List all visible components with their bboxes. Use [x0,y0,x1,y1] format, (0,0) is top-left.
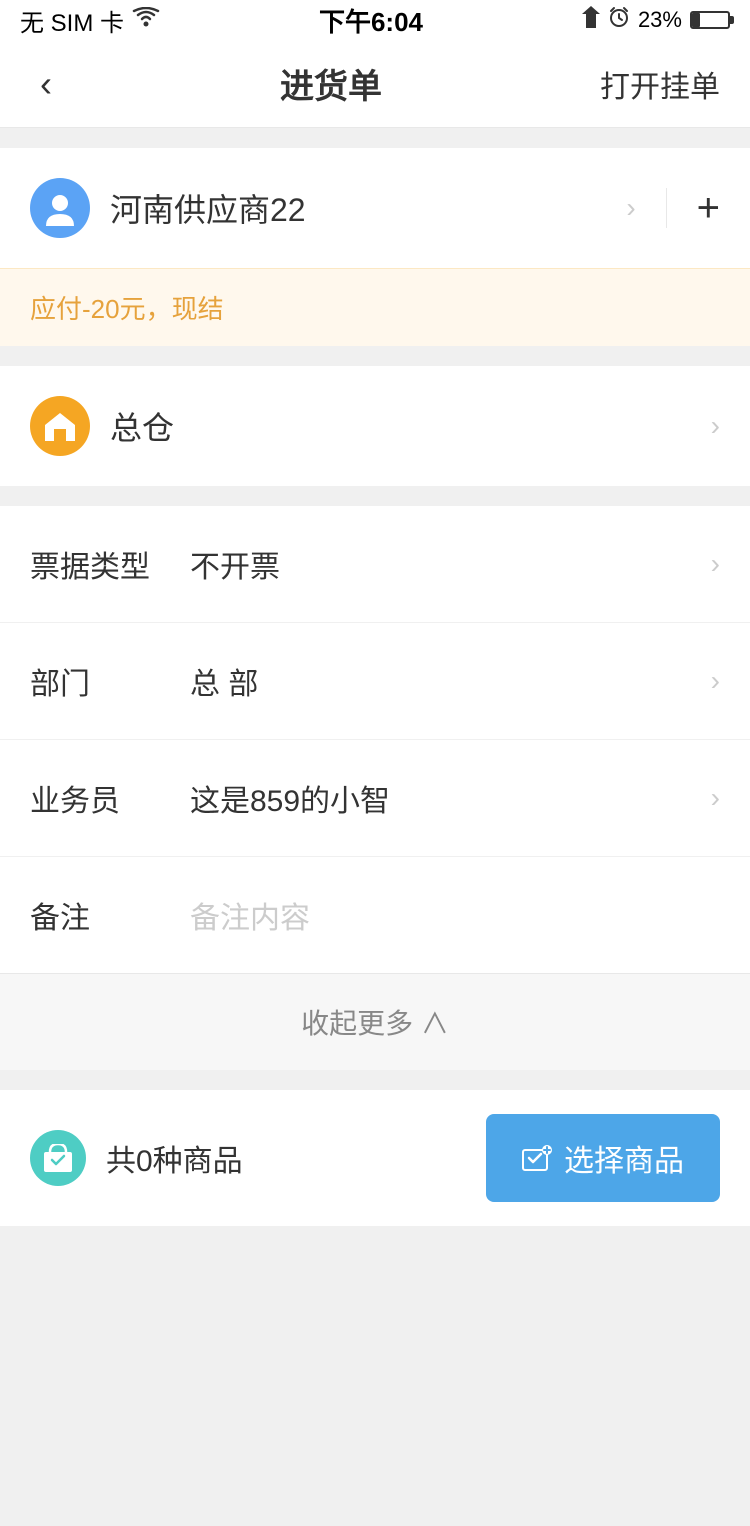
salesperson-row[interactable]: 业务员 这是859的小智 › [0,740,750,857]
select-product-button[interactable]: 选择商品 [486,1114,720,1202]
invoice-type-row[interactable]: 票据类型 不开票 › [0,506,750,623]
department-label: 部门 [30,659,170,703]
salesperson-chevron-icon: › [711,782,720,814]
status-right: 23% [582,6,730,34]
warehouse-section: 总仓 › [0,366,750,486]
remark-row[interactable]: 备注 备注内容 [0,857,750,973]
status-left: 无 SIM 卡 [20,3,160,38]
select-product-label: 选择商品 [564,1136,684,1180]
remark-label: 备注 [30,893,170,937]
supplier-name: 河南供应商22 [110,185,626,231]
product-count: 共0种商品 [106,1136,486,1180]
open-pending-button[interactable]: 打开挂单 [600,62,720,106]
page-background [0,1226,750,1526]
section-gap-1 [0,128,750,148]
supplier-section: 河南供应商22 › + 应付-20元，现结 [0,148,750,346]
supplier-row[interactable]: 河南供应商22 › + [0,148,750,268]
add-supplier-button[interactable]: + [697,186,720,231]
location-icon [582,6,600,34]
remark-input[interactable]: 备注内容 [170,893,720,937]
status-time: 下午6:04 [319,2,423,39]
alarm-icon [608,6,630,34]
back-button[interactable]: ‹ [30,53,62,115]
supplier-alert-banner: 应付-20元，现结 [0,268,750,346]
department-chevron-icon: › [711,665,720,697]
status-bar: 无 SIM 卡 下午6:04 23% [0,0,750,40]
salesperson-label: 业务员 [30,776,170,820]
carrier-label: 无 SIM 卡 [20,3,124,38]
supplier-divider [666,188,667,228]
wifi-icon [132,6,160,34]
page-title: 进货单 [280,59,382,108]
warehouse-name: 总仓 [110,403,711,449]
invoice-chevron-icon: › [711,548,720,580]
battery-percent: 23% [638,7,682,33]
warehouse-chevron-icon: › [711,410,720,442]
supplier-avatar [30,178,90,238]
warehouse-icon [30,396,90,456]
warehouse-row[interactable]: 总仓 › [0,366,750,486]
invoice-label: 票据类型 [30,542,170,586]
battery-icon [690,11,730,29]
invoice-value: 不开票 [170,542,711,586]
product-icon [30,1130,86,1186]
nav-bar: ‹ 进货单 打开挂单 [0,40,750,128]
salesperson-value: 这是859的小智 [170,776,711,820]
department-value: 总 部 [170,659,711,703]
department-row[interactable]: 部门 总 部 › [0,623,750,740]
form-section: 票据类型 不开票 › 部门 总 部 › 业务员 这是859的小智 › 备注 备注… [0,506,750,973]
bottom-bar: 共0种商品 选择商品 [0,1090,750,1226]
supplier-chevron-icon: › [626,192,635,224]
collapse-button[interactable]: 收起更多 ∧ [0,973,750,1070]
